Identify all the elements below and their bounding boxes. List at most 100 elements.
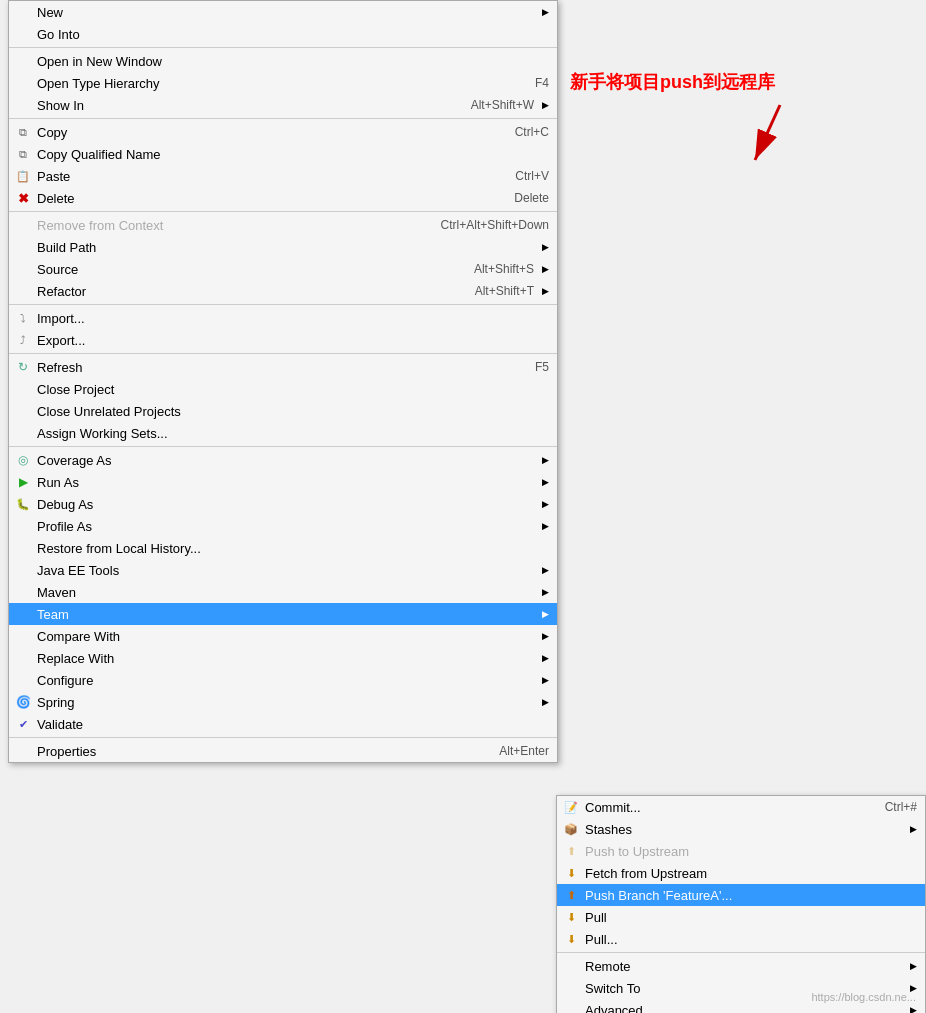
menu-item-label-stashes: Stashes <box>585 822 902 837</box>
menu-separator <box>557 952 925 953</box>
menu-item-label-fetch-upstream: Fetch from Upstream <box>585 866 917 881</box>
menu-item-copy[interactable]: ⧉ CopyCtrl+C <box>9 121 557 143</box>
menu-item-run-as[interactable]: ▶Run As▶ <box>9 471 557 493</box>
menu-item-shortcut-remove-context: Ctrl+Alt+Shift+Down <box>421 218 549 232</box>
svg-line-1 <box>755 105 780 160</box>
submenu-arrow-compare-with: ▶ <box>534 631 549 641</box>
menu-item-label-compare-with: Compare With <box>37 629 534 644</box>
menu-item-fetch-upstream[interactable]: ⬇Fetch from Upstream <box>557 862 925 884</box>
spring-icon: 🌀 <box>15 694 31 710</box>
submenu-arrow-remote: ▶ <box>902 961 917 971</box>
menu-item-go-into[interactable]: Go Into <box>9 23 557 45</box>
menu-item-restore-history[interactable]: Restore from Local History... <box>9 537 557 559</box>
menu-item-assign-working-sets[interactable]: Assign Working Sets... <box>9 422 557 444</box>
copy-icon: ⧉ <box>15 124 31 140</box>
menu-item-copy-qualified[interactable]: ⧉Copy Qualified Name <box>9 143 557 165</box>
validate-icon: ✔ <box>15 716 31 732</box>
menu-item-coverage-as[interactable]: ◎Coverage As▶ <box>9 449 557 471</box>
menu-item-label-import: Import... <box>37 311 549 326</box>
menu-item-pull[interactable]: ⬇Pull <box>557 906 925 928</box>
menu-item-compare-with[interactable]: Compare With▶ <box>9 625 557 647</box>
menu-item-remove-context[interactable]: Remove from ContextCtrl+Alt+Shift+Down <box>9 214 557 236</box>
menu-item-properties[interactable]: PropertiesAlt+Enter <box>9 740 557 762</box>
menu-item-commit[interactable]: 📝Commit...Ctrl+# <box>557 796 925 818</box>
menu-item-label-open-new-window: Open in New Window <box>37 54 549 69</box>
main-context-menu: New▶Go IntoOpen in New WindowOpen Type H… <box>8 0 558 763</box>
menu-item-open-type-hierarchy[interactable]: Open Type HierarchyF4 <box>9 72 557 94</box>
menu-item-label-export: Export... <box>37 333 549 348</box>
menu-item-shortcut-properties: Alt+Enter <box>479 744 549 758</box>
menu-item-label-copy-qualified: Copy Qualified Name <box>37 147 549 162</box>
submenu-arrow-new: ▶ <box>534 7 549 17</box>
menu-item-label-build-path: Build Path <box>37 240 534 255</box>
menu-item-label-go-into: Go Into <box>37 27 549 42</box>
menu-item-shortcut-paste: Ctrl+V <box>495 169 549 183</box>
menu-item-label-run-as: Run As <box>37 475 534 490</box>
menu-item-replace-with[interactable]: Replace With▶ <box>9 647 557 669</box>
menu-item-remote[interactable]: Remote▶ <box>557 955 925 977</box>
submenu-arrow-maven: ▶ <box>534 587 549 597</box>
menu-item-label-new: New <box>37 5 534 20</box>
menu-item-label-configure: Configure <box>37 673 534 688</box>
menu-item-delete[interactable]: ✖DeleteDelete <box>9 187 557 209</box>
menu-separator <box>9 737 557 738</box>
debug-icon: 🐛 <box>15 496 31 512</box>
submenu-arrow-refactor: ▶ <box>534 286 549 296</box>
menu-item-new[interactable]: New▶ <box>9 1 557 23</box>
menu-separator <box>9 118 557 119</box>
menu-item-refresh[interactable]: ↻RefreshF5 <box>9 356 557 378</box>
menu-item-label-push-branch: Push Branch 'FeatureA'... <box>585 888 917 903</box>
menu-item-show-in[interactable]: Show InAlt+Shift+W▶ <box>9 94 557 116</box>
menu-item-paste[interactable]: 📋PasteCtrl+V <box>9 165 557 187</box>
menu-item-validate[interactable]: ✔Validate <box>9 713 557 735</box>
submenu-arrow-source: ▶ <box>534 264 549 274</box>
menu-item-profile-as[interactable]: Profile As▶ <box>9 515 557 537</box>
menu-item-close-project[interactable]: Close Project <box>9 378 557 400</box>
submenu-arrow-debug-as: ▶ <box>534 499 549 509</box>
menu-item-stashes[interactable]: 📦Stashes▶ <box>557 818 925 840</box>
menu-item-shortcut-refresh: F5 <box>515 360 549 374</box>
menu-item-shortcut-copy: Ctrl+C <box>495 125 549 139</box>
submenu-arrow-coverage-as: ▶ <box>534 455 549 465</box>
menu-item-label-coverage-as: Coverage As <box>37 453 534 468</box>
menu-item-close-unrelated[interactable]: Close Unrelated Projects <box>9 400 557 422</box>
watermark: https://blog.csdn.ne... <box>811 991 916 1003</box>
menu-item-source[interactable]: SourceAlt+Shift+S▶ <box>9 258 557 280</box>
menu-item-pull-dots[interactable]: ⬇Pull... <box>557 928 925 950</box>
menu-item-shortcut-refactor: Alt+Shift+T <box>455 284 534 298</box>
submenu-arrow-advanced: ▶ <box>902 1005 917 1013</box>
menu-item-push-upstream[interactable]: ⬆Push to Upstream <box>557 840 925 862</box>
menu-item-refactor[interactable]: RefactorAlt+Shift+T▶ <box>9 280 557 302</box>
menu-item-label-advanced: Advanced <box>585 1003 902 1014</box>
submenu-arrow-spring: ▶ <box>534 697 549 707</box>
run-icon: ▶ <box>15 474 31 490</box>
stash-icon: 📦 <box>563 821 579 837</box>
menu-separator <box>9 353 557 354</box>
menu-item-spring[interactable]: 🌀 Spring▶ <box>9 691 557 713</box>
menu-item-label-pull: Pull <box>585 910 917 925</box>
submenu-arrow-java-ee-tools: ▶ <box>534 565 549 575</box>
menu-item-label-restore-history: Restore from Local History... <box>37 541 549 556</box>
menu-item-label-refresh: Refresh <box>37 360 515 375</box>
menu-item-maven[interactable]: Maven▶ <box>9 581 557 603</box>
menu-item-import[interactable]: ⤵ Import... <box>9 307 557 329</box>
menu-item-build-path[interactable]: Build Path▶ <box>9 236 557 258</box>
team-submenu: 📝Commit...Ctrl+# 📦 Stashes ▶ ⬆Push to Upstre… <box>556 795 926 1013</box>
menu-item-team[interactable]: Team▶ <box>9 603 557 625</box>
menu-item-label-commit: Commit... <box>585 800 865 815</box>
menu-item-label-close-unrelated: Close Unrelated Projects <box>37 404 549 419</box>
menu-item-label-spring: Spring <box>37 695 534 710</box>
menu-item-shortcut-open-type-hierarchy: F4 <box>515 76 549 90</box>
menu-item-open-new-window[interactable]: Open in New Window <box>9 50 557 72</box>
submenu-arrow-replace-with: ▶ <box>534 653 549 663</box>
menu-item-label-properties: Properties <box>37 744 479 759</box>
menu-item-debug-as[interactable]: 🐛Debug As▶ <box>9 493 557 515</box>
submenu-arrow-configure: ▶ <box>534 675 549 685</box>
menu-item-label-refactor: Refactor <box>37 284 455 299</box>
menu-item-java-ee-tools[interactable]: Java EE Tools▶ <box>9 559 557 581</box>
import-icon: ⤵ <box>15 310 31 326</box>
menu-item-push-branch[interactable]: ⬆Push Branch 'FeatureA'... <box>557 884 925 906</box>
menu-item-label-copy: Copy <box>37 125 495 140</box>
menu-item-configure[interactable]: Configure▶ <box>9 669 557 691</box>
menu-item-export[interactable]: ⤴Export... <box>9 329 557 351</box>
